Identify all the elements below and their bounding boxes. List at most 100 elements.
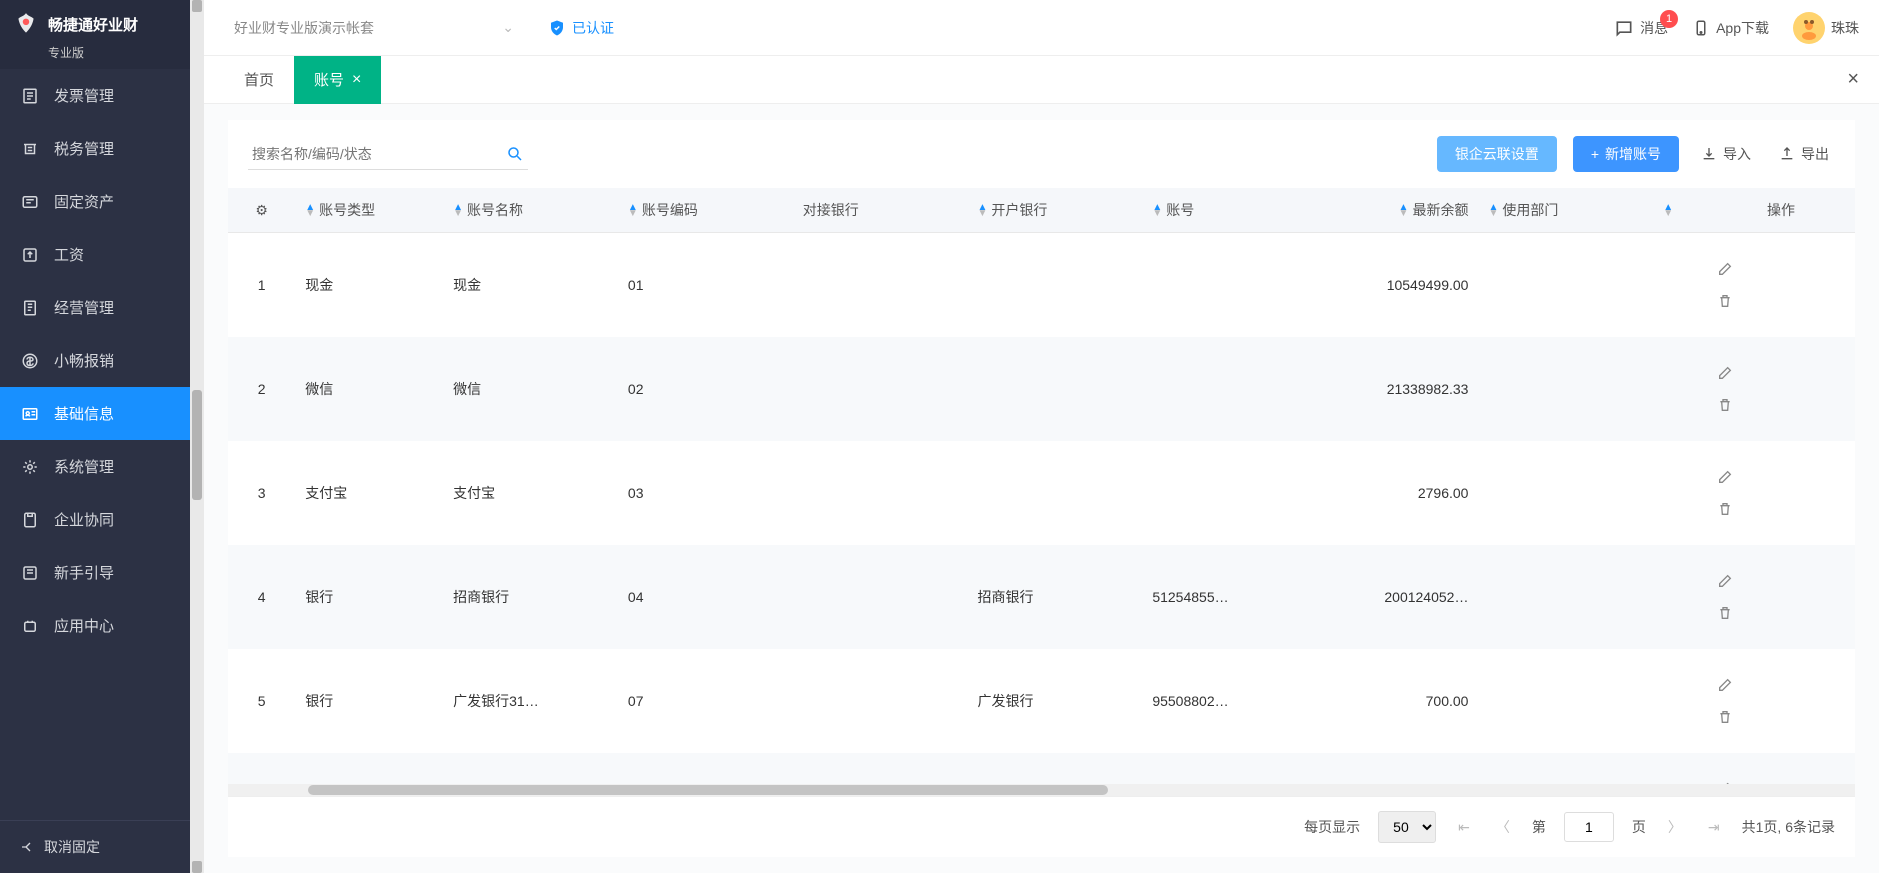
sidebar-scrollbar[interactable] <box>190 0 204 873</box>
column-header-dock-bank[interactable]: 对接银行 <box>793 188 968 233</box>
column-header-name[interactable]: ▲▼账号名称 <box>443 188 618 233</box>
cell-ops <box>1707 441 1855 545</box>
sort-icon: ▲▼ <box>1488 205 1498 217</box>
cell-balance: 200124052… <box>1304 545 1479 649</box>
edit-icon[interactable] <box>1717 261 1845 277</box>
column-header-balance[interactable]: ▲▼最新余额 <box>1304 188 1479 233</box>
sidebar-item-collab[interactable]: 企业协同 <box>0 493 190 546</box>
sidebar-item-assets[interactable]: 固定资产 <box>0 175 190 228</box>
verified-label: 已认证 <box>572 18 614 38</box>
cell-code: 16 <box>618 753 793 784</box>
table-row[interactable]: 2微信微信0221338982.33 <box>228 337 1855 441</box>
search-box[interactable] <box>248 139 528 170</box>
close-icon[interactable]: × <box>352 71 361 89</box>
delete-icon[interactable] <box>1717 397 1845 413</box>
app-download-button[interactable]: App下载 <box>1692 18 1769 38</box>
sidebar-item-guide[interactable]: 新手引导 <box>0 546 190 599</box>
cell-index: 3 <box>228 441 295 545</box>
unpin-icon <box>20 839 36 855</box>
cell-extra <box>1653 649 1707 753</box>
tab-account[interactable]: 账号 × <box>294 56 381 104</box>
import-button[interactable]: 导入 <box>1695 136 1757 172</box>
cell-dock-bank <box>793 233 968 338</box>
system-icon <box>20 457 40 477</box>
sidebar-item-label: 经营管理 <box>54 297 114 318</box>
cell-index: 4 <box>228 545 295 649</box>
sidebar-item-apps[interactable]: 应用中心 <box>0 599 190 652</box>
search-input[interactable] <box>252 146 496 162</box>
sidebar-item-invoice[interactable]: 发票管理 <box>0 69 190 122</box>
tab-label: 首页 <box>244 69 274 90</box>
phone-icon <box>1692 19 1710 37</box>
page-suffix: 页 <box>1632 817 1646 837</box>
cell-name: 虫账户 <box>443 753 618 784</box>
delete-icon[interactable] <box>1717 605 1845 621</box>
column-header-open-bank[interactable]: ▲▼开户银行 <box>968 188 1143 233</box>
chevron-down-icon: ⌄ <box>502 19 514 36</box>
next-page-button[interactable]: 〉 <box>1664 813 1686 841</box>
cell-account-no <box>1142 233 1303 338</box>
column-header-code[interactable]: ▲▼账号编码 <box>618 188 793 233</box>
invoice-icon <box>20 86 40 106</box>
avatar-icon <box>1793 12 1825 44</box>
page-input[interactable] <box>1564 812 1614 842</box>
table-row[interactable]: 1现金现金0110549499.00 <box>228 233 1855 338</box>
delete-icon[interactable] <box>1717 501 1845 517</box>
account-set-selector[interactable]: 好业财专业版演示帐套 ⌄ <box>224 12 524 44</box>
cell-ops <box>1707 545 1855 649</box>
edit-icon[interactable] <box>1717 677 1845 693</box>
cell-dock-bank <box>793 753 968 784</box>
cell-account-no: 95508802… <box>1142 649 1303 753</box>
per-page-select[interactable]: 50 <box>1378 811 1436 843</box>
sidebar-item-label: 企业协同 <box>54 509 114 530</box>
horizontal-scrollbar[interactable] <box>228 784 1855 796</box>
column-header-extra[interactable]: ▲▼ <box>1653 188 1707 233</box>
column-header-account-no[interactable]: ▲▼账号 <box>1142 188 1303 233</box>
edit-icon[interactable] <box>1717 365 1845 381</box>
button-label: 导出 <box>1801 144 1829 164</box>
sidebar-item-basic-info[interactable]: 基础信息 <box>0 387 190 440</box>
cell-open-bank <box>968 233 1143 338</box>
unpin-button[interactable]: 取消固定 <box>0 820 190 873</box>
table-row[interactable]: 5银行广发银行31…07广发银行95508802…700.00 <box>228 649 1855 753</box>
column-header-dept[interactable]: ▲▼使用部门 <box>1478 188 1653 233</box>
column-header-type[interactable]: ▲▼账号类型 <box>295 188 443 233</box>
sidebar-item-system[interactable]: 系统管理 <box>0 440 190 493</box>
sidebar: 畅捷通好业财 专业版 发票管理 税务管理 固定资产 工资 经营管理 小畅报销 基… <box>0 0 190 873</box>
cell-open-bank: 广发银行 <box>968 649 1143 753</box>
cell-ops <box>1707 649 1855 753</box>
button-label: 导入 <box>1723 144 1751 164</box>
table-row[interactable]: 4银行招商银行04招商银行51254855…200124052… <box>228 545 1855 649</box>
table-row[interactable]: 3支付宝支付宝032796.00 <box>228 441 1855 545</box>
column-settings[interactable]: ⚙ <box>228 188 295 233</box>
search-icon[interactable] <box>506 145 524 163</box>
cell-code: 04 <box>618 545 793 649</box>
cell-name: 微信 <box>443 337 618 441</box>
first-page-button[interactable]: ⇤ <box>1454 815 1474 840</box>
delete-icon[interactable] <box>1717 293 1845 309</box>
close-all-tabs[interactable]: × <box>1827 68 1879 91</box>
delete-icon[interactable] <box>1717 709 1845 725</box>
cell-open-bank <box>968 753 1143 784</box>
cell-dept <box>1478 545 1653 649</box>
sidebar-item-salary[interactable]: 工资 <box>0 228 190 281</box>
export-button[interactable]: 导出 <box>1773 136 1835 172</box>
sidebar-item-tax[interactable]: 税务管理 <box>0 122 190 175</box>
sidebar-item-business[interactable]: 经营管理 <box>0 281 190 334</box>
cell-name: 现金 <box>443 233 618 338</box>
user-menu[interactable]: 珠珠 <box>1793 12 1859 44</box>
cloud-link-button[interactable]: 银企云联设置 <box>1437 136 1557 172</box>
cell-dept <box>1478 649 1653 753</box>
edit-icon[interactable] <box>1717 469 1845 485</box>
sidebar-item-label: 基础信息 <box>54 403 114 424</box>
last-page-button[interactable]: ⇥ <box>1704 815 1724 840</box>
table-row[interactable]: 6现金虫账户16324088.78 <box>228 753 1855 784</box>
prev-page-button[interactable]: 〈 <box>1492 813 1514 841</box>
add-account-button[interactable]: +新增账号 <box>1573 136 1679 172</box>
edit-icon[interactable] <box>1717 573 1845 589</box>
toolbar: 银企云联设置 +新增账号 导入 导出 <box>228 120 1855 188</box>
tab-home[interactable]: 首页 <box>224 56 294 104</box>
shield-icon <box>548 19 566 37</box>
sidebar-item-expense[interactable]: 小畅报销 <box>0 334 190 387</box>
messages-button[interactable]: 消息 1 <box>1614 18 1668 38</box>
